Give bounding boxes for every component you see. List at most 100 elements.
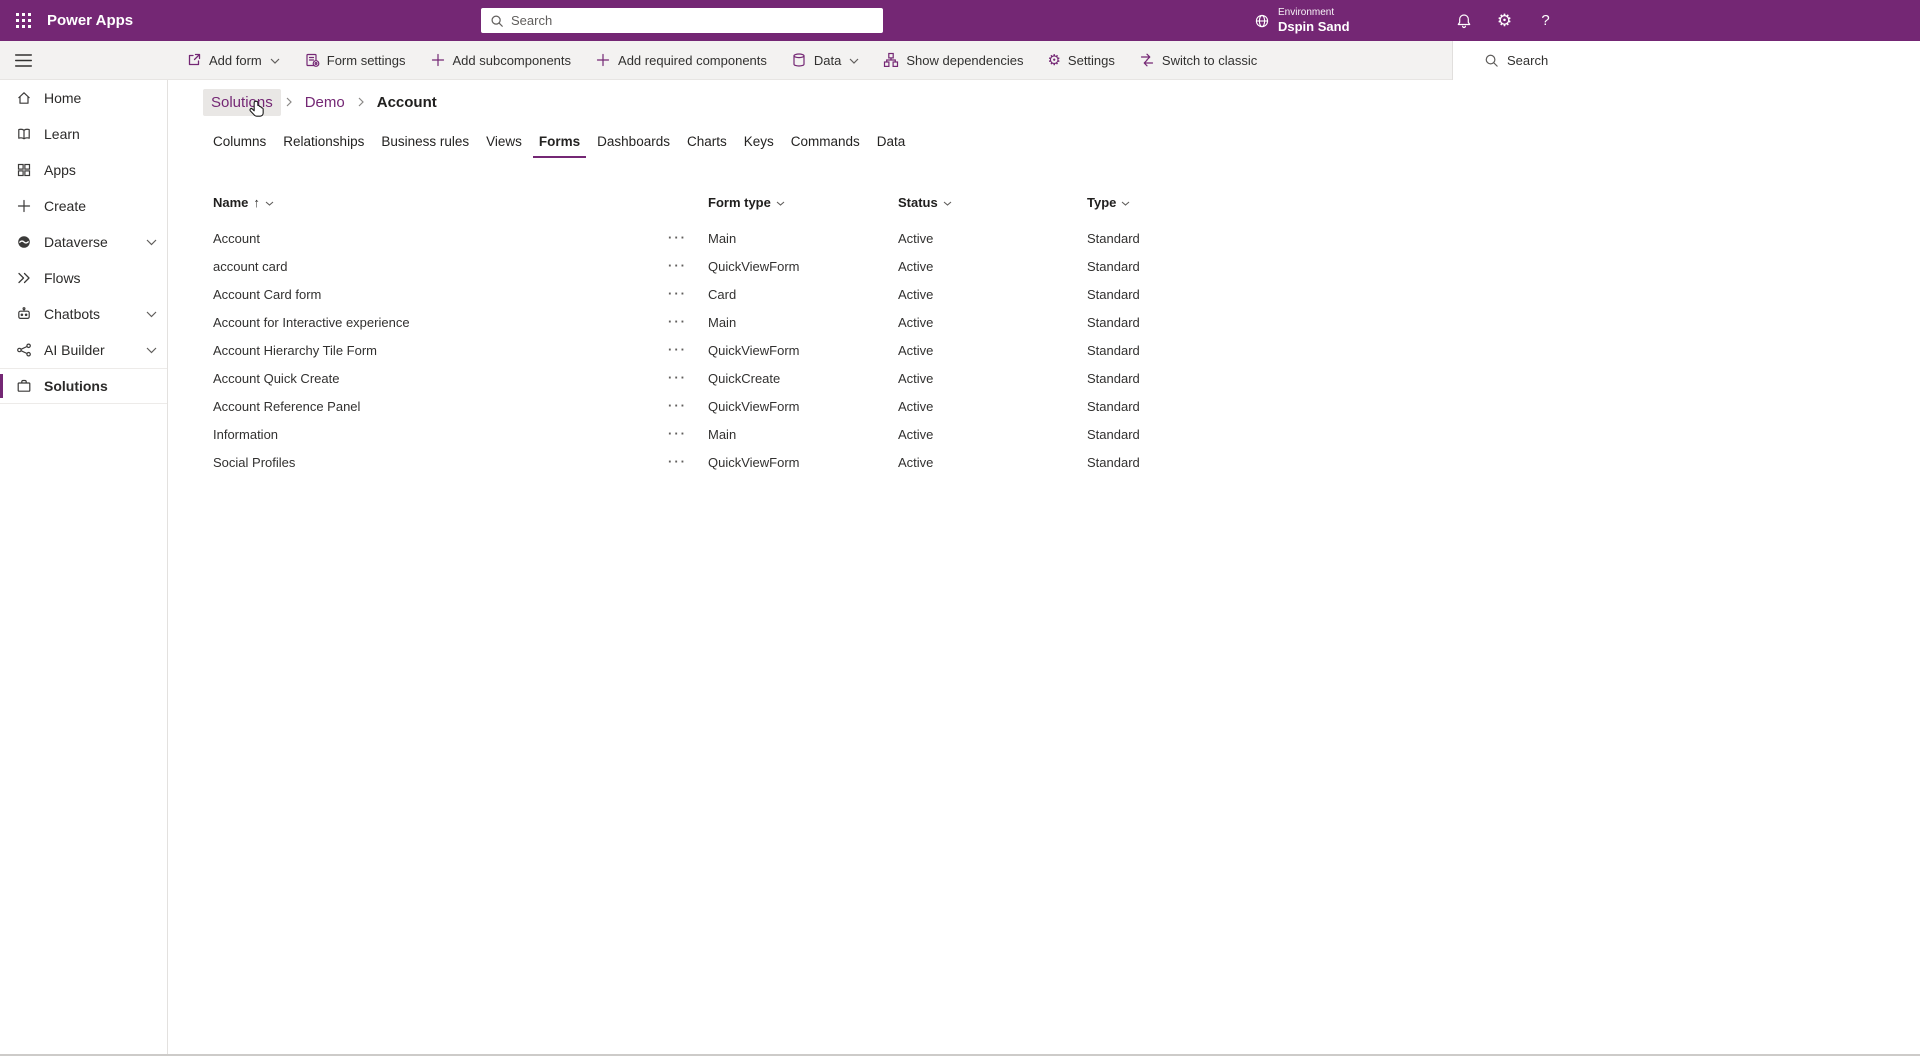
chevron-right-icon xyxy=(358,97,364,107)
status-cell: Active xyxy=(898,259,1087,274)
table-row[interactable]: account card ··· QuickViewForm Active St… xyxy=(213,252,1920,280)
type-cell: Standard xyxy=(1087,231,1247,246)
table-row[interactable]: Account Card form ··· Card Active Standa… xyxy=(213,280,1920,308)
form-name-link[interactable]: account card xyxy=(213,259,668,274)
table-row[interactable]: Social Profiles ··· QuickViewForm Active… xyxy=(213,448,1920,476)
entity-tabs: Columns Relationships Business rules Vie… xyxy=(207,130,1920,158)
topbar-actions: ⚙ ? xyxy=(1443,0,1566,41)
column-header-type[interactable]: Type xyxy=(1087,195,1247,210)
form-name-link[interactable]: Information xyxy=(213,427,668,442)
notifications-button[interactable] xyxy=(1443,0,1484,41)
row-more-options-button[interactable]: ··· xyxy=(668,262,708,270)
row-more-options-button[interactable]: ··· xyxy=(668,346,708,354)
column-header-name[interactable]: Name ↑ xyxy=(213,195,668,210)
tab[interactable]: Charts xyxy=(681,130,733,158)
tab[interactable]: Columns xyxy=(207,130,272,158)
switch-icon xyxy=(1139,52,1155,68)
row-more-options-button[interactable]: ··· xyxy=(668,402,708,410)
table-row[interactable]: Account Quick Create ··· QuickCreate Act… xyxy=(213,364,1920,392)
sort-ascending-icon: ↑ xyxy=(253,195,260,210)
type-cell: Standard xyxy=(1087,427,1247,442)
nav-toggle-button[interactable] xyxy=(0,41,46,80)
command-search-button[interactable]: Search xyxy=(1452,41,1920,80)
command-search-label: Search xyxy=(1507,53,1548,68)
sidebar-item-label: Chatbots xyxy=(44,306,134,322)
topbar-search[interactable] xyxy=(481,8,883,33)
table-row[interactable]: Account Reference Panel ··· QuickViewFor… xyxy=(213,392,1920,420)
tab[interactable]: Data xyxy=(871,130,912,158)
row-more-options-button[interactable]: ··· xyxy=(668,290,708,298)
add-subcomponents-button[interactable]: Add subcomponents xyxy=(430,41,572,80)
switch-to-classic-button[interactable]: Switch to classic xyxy=(1139,41,1257,80)
table-row[interactable]: Account Hierarchy Tile Form ··· QuickVie… xyxy=(213,336,1920,364)
chevron-down-icon xyxy=(1121,201,1130,206)
settings-command-button[interactable]: ⚙ Settings xyxy=(1047,41,1114,80)
tab[interactable]: Forms xyxy=(533,130,586,158)
command-bar: Add form Form settings Add subcomponents… xyxy=(0,41,1920,80)
column-header-status[interactable]: Status xyxy=(898,195,1087,210)
breadcrumb-solutions[interactable]: Solutions xyxy=(203,89,281,116)
form-type-cell: QuickViewForm xyxy=(708,399,898,414)
table-row[interactable]: Information ··· Main Active Standard xyxy=(213,420,1920,448)
status-cell: Active xyxy=(898,231,1087,246)
form-name-link[interactable]: Account Card form xyxy=(213,287,668,302)
tab[interactable]: Keys xyxy=(738,130,780,158)
sidebar-item-home[interactable]: Home xyxy=(0,80,167,116)
table-header: Name ↑ Form type Status Type xyxy=(213,189,1920,215)
column-label: Name xyxy=(213,195,248,210)
command-label: Add subcomponents xyxy=(453,53,572,68)
command-label: Switch to classic xyxy=(1162,53,1257,68)
form-settings-button[interactable]: Form settings xyxy=(304,41,406,80)
show-dependencies-button[interactable]: Show dependencies xyxy=(883,41,1023,80)
hamburger-icon xyxy=(15,54,32,67)
tab[interactable]: Business rules xyxy=(375,130,475,158)
sidebar-item-apps[interactable]: Apps xyxy=(0,152,167,188)
tab[interactable]: Dashboards xyxy=(591,130,676,158)
form-name-link[interactable]: Account Quick Create xyxy=(213,371,668,386)
status-cell: Active xyxy=(898,343,1087,358)
table-row[interactable]: Account for Interactive experience ··· M… xyxy=(213,308,1920,336)
type-cell: Standard xyxy=(1087,315,1247,330)
main-content: Solutions Demo Account Columns Relations… xyxy=(169,80,1920,1054)
topbar-search-input[interactable] xyxy=(511,13,874,28)
table-row[interactable]: Account ··· Main Active Standard xyxy=(213,224,1920,252)
sidebar-item-ai-builder[interactable]: AI Builder xyxy=(0,332,167,368)
breadcrumb-demo[interactable]: Demo xyxy=(297,89,353,116)
row-more-options-button[interactable]: ··· xyxy=(668,374,708,382)
form-name-link[interactable]: Account for Interactive experience xyxy=(213,315,668,330)
status-cell: Active xyxy=(898,455,1087,470)
form-name-link[interactable]: Account Hierarchy Tile Form xyxy=(213,343,668,358)
row-more-options-button[interactable]: ··· xyxy=(668,318,708,326)
add-required-components-button[interactable]: Add required components xyxy=(595,41,767,80)
environment-switcher[interactable]: Environment Dspin Sand xyxy=(1254,0,1350,41)
command-label: Add required components xyxy=(618,53,767,68)
environment-text: Environment Dspin Sand xyxy=(1278,7,1350,34)
form-name-link[interactable]: Social Profiles xyxy=(213,455,668,470)
form-type-cell: Card xyxy=(708,287,898,302)
sidebar-item-solutions[interactable]: Solutions xyxy=(0,368,167,404)
row-more-options-button[interactable]: ··· xyxy=(668,234,708,242)
tab[interactable]: Views xyxy=(480,130,528,158)
row-more-options-button[interactable]: ··· xyxy=(668,430,708,438)
row-more-options-button[interactable]: ··· xyxy=(668,458,708,466)
tab[interactable]: Relationships xyxy=(277,130,370,158)
form-name-link[interactable]: Account Reference Panel xyxy=(213,399,668,414)
sidebar-item-dataverse[interactable]: Dataverse xyxy=(0,224,167,260)
column-label: Status xyxy=(898,195,938,210)
column-header-form-type[interactable]: Form type xyxy=(708,195,898,210)
sidebar-item-flows[interactable]: Flows xyxy=(0,260,167,296)
sidebar-item-create[interactable]: Create xyxy=(0,188,167,224)
tab-label: Commands xyxy=(791,134,860,149)
form-name-link[interactable]: Account xyxy=(213,231,668,246)
sidebar-item-learn[interactable]: Learn xyxy=(0,116,167,152)
flows-icon xyxy=(16,270,32,286)
sidebar-item-chatbots[interactable]: Chatbots xyxy=(0,296,167,332)
data-button[interactable]: Data xyxy=(791,41,859,80)
app-launcher-button[interactable] xyxy=(0,0,47,41)
tab[interactable]: Commands xyxy=(785,130,866,158)
help-button[interactable]: ? xyxy=(1525,0,1566,41)
command-label: Add form xyxy=(209,53,262,68)
app-title[interactable]: Power Apps xyxy=(47,12,133,29)
add-form-button[interactable]: Add form xyxy=(186,41,280,80)
settings-button[interactable]: ⚙ xyxy=(1484,0,1525,41)
